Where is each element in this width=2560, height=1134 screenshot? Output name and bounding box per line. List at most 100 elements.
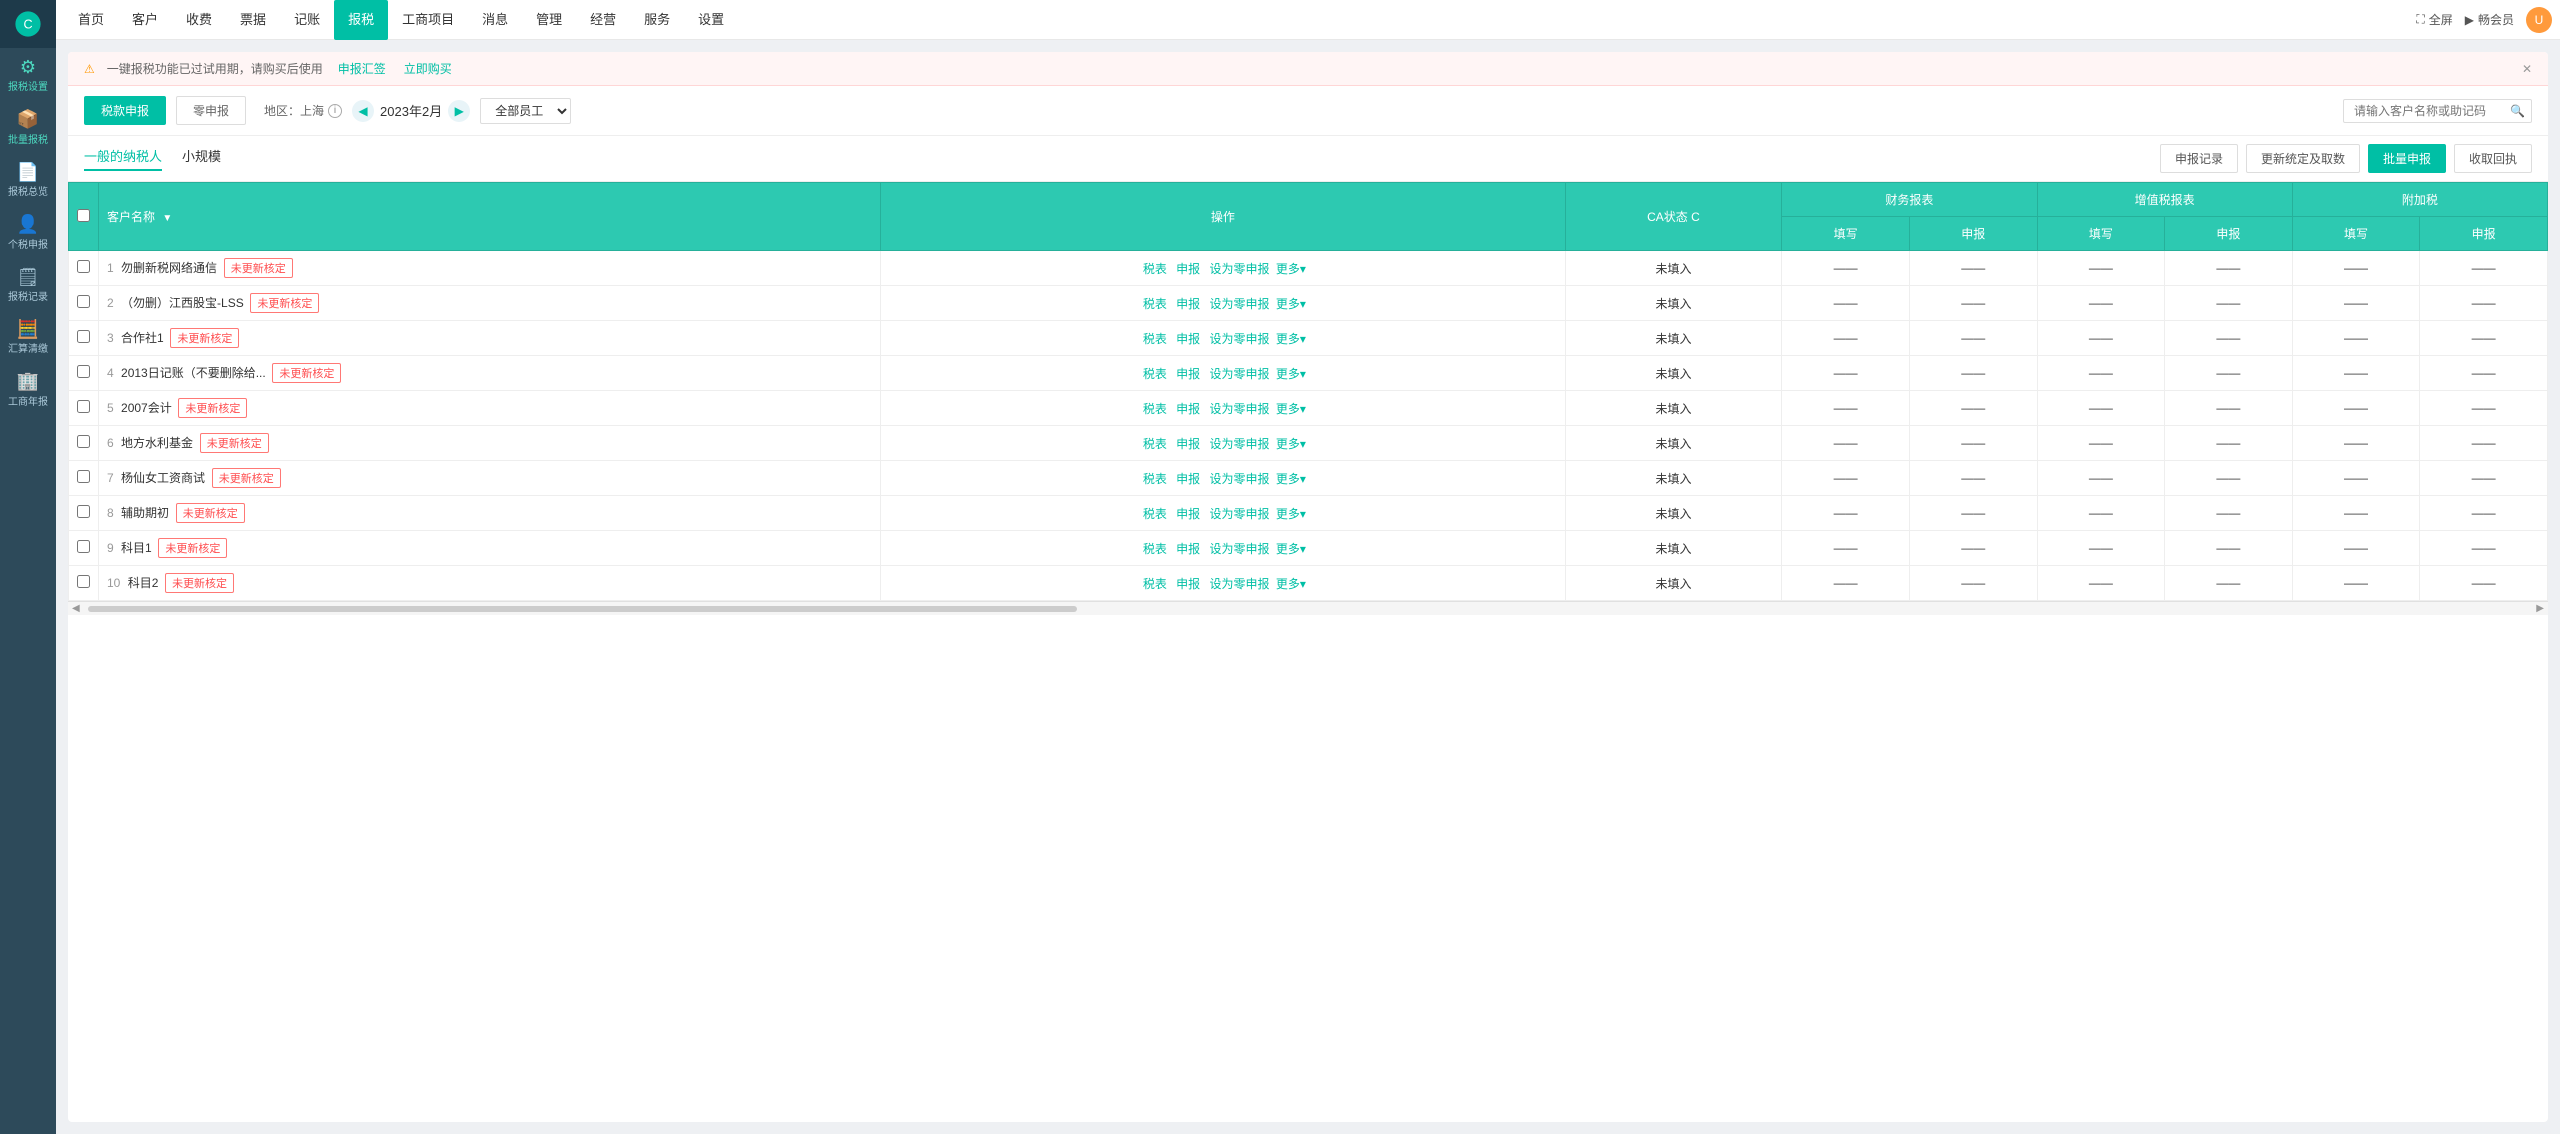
- subtab-general[interactable]: 一般的纳税人: [84, 146, 162, 171]
- nav-operations[interactable]: 经营: [576, 0, 630, 40]
- nav-home[interactable]: 首页: [64, 0, 118, 40]
- update-button[interactable]: 更新统定及取数: [2246, 144, 2360, 173]
- tab-zero-declaration[interactable]: 零申报: [176, 96, 246, 125]
- nav-fee[interactable]: 收费: [172, 0, 226, 40]
- op-tax-table-7[interactable]: 税表: [1143, 507, 1167, 521]
- row-checkbox[interactable]: [77, 295, 90, 308]
- row-checkbox[interactable]: [77, 365, 90, 378]
- op-tax-table-0[interactable]: 税表: [1143, 262, 1167, 276]
- batch-declare-button[interactable]: 批量申报: [2368, 144, 2446, 173]
- row-checkbox-4[interactable]: [69, 391, 99, 426]
- op-declare-8[interactable]: 申报: [1176, 542, 1200, 556]
- op-declare-6[interactable]: 申报: [1176, 472, 1200, 486]
- banner-link1[interactable]: 申报汇签: [338, 60, 386, 77]
- tab-tax-declaration[interactable]: 税款申报: [84, 96, 166, 125]
- op-set-zero-5[interactable]: 设为零申报: [1210, 437, 1270, 451]
- prev-month-button[interactable]: ◀: [352, 100, 374, 122]
- nav-manage[interactable]: 管理: [522, 0, 576, 40]
- nav-tax[interactable]: 报税: [334, 0, 388, 40]
- row-checkbox[interactable]: [77, 575, 90, 588]
- row-checkbox[interactable]: [77, 505, 90, 518]
- row-checkbox-9[interactable]: [69, 566, 99, 601]
- nav-accounting[interactable]: 记账: [280, 0, 334, 40]
- sidebar-item-baoshui-jilu[interactable]: 🗒 报税记录: [0, 258, 56, 310]
- row-checkbox[interactable]: [77, 260, 90, 273]
- op-declare-4[interactable]: 申报: [1176, 402, 1200, 416]
- sidebar-item-piliang-baoshui[interactable]: 📦 批量报税: [0, 100, 56, 152]
- row-checkbox-7[interactable]: [69, 496, 99, 531]
- row-checkbox-2[interactable]: [69, 321, 99, 356]
- op-more-3[interactable]: 更多▾: [1276, 367, 1306, 381]
- op-declare-7[interactable]: 申报: [1176, 507, 1200, 521]
- fullscreen-button[interactable]: ⛶ 全屏: [2416, 11, 2452, 28]
- row-checkbox-0[interactable]: [69, 251, 99, 286]
- op-tax-table-1[interactable]: 税表: [1143, 297, 1167, 311]
- collect-receipt-button[interactable]: 收取回执: [2454, 144, 2532, 173]
- row-checkbox[interactable]: [77, 330, 90, 343]
- op-tax-table-5[interactable]: 税表: [1143, 437, 1167, 451]
- op-more-6[interactable]: 更多▾: [1276, 472, 1306, 486]
- scroll-bar[interactable]: ◀ ▶: [68, 601, 2548, 615]
- nav-settings[interactable]: 设置: [684, 0, 738, 40]
- nav-invoice[interactable]: 票据: [226, 0, 280, 40]
- op-tax-table-2[interactable]: 税表: [1143, 332, 1167, 346]
- avatar[interactable]: U: [2526, 7, 2552, 33]
- op-more-5[interactable]: 更多▾: [1276, 437, 1306, 451]
- sidebar-item-gongshang-nianbao[interactable]: 🏢 工商年报: [0, 362, 56, 414]
- op-tax-table-8[interactable]: 税表: [1143, 542, 1167, 556]
- op-set-zero-9[interactable]: 设为零申报: [1210, 577, 1270, 591]
- info-icon[interactable]: i: [328, 104, 342, 118]
- next-month-button[interactable]: ▶: [448, 100, 470, 122]
- row-checkbox-6[interactable]: [69, 461, 99, 496]
- subtab-small-scale[interactable]: 小规模: [182, 146, 221, 171]
- declaration-record-button[interactable]: 申报记录: [2160, 144, 2238, 173]
- row-checkbox[interactable]: [77, 470, 90, 483]
- op-declare-5[interactable]: 申报: [1176, 437, 1200, 451]
- op-declare-9[interactable]: 申报: [1176, 577, 1200, 591]
- scroll-left-arrow[interactable]: ◀: [72, 603, 80, 614]
- row-checkbox-5[interactable]: [69, 426, 99, 461]
- op-more-2[interactable]: 更多▾: [1276, 332, 1306, 346]
- op-set-zero-8[interactable]: 设为零申报: [1210, 542, 1270, 556]
- banner-close-button[interactable]: ✕: [2522, 62, 2532, 76]
- op-set-zero-0[interactable]: 设为零申报: [1210, 262, 1270, 276]
- banner-link2[interactable]: 立即购买: [404, 60, 452, 77]
- nav-customer[interactable]: 客户: [118, 0, 172, 40]
- op-declare-2[interactable]: 申报: [1176, 332, 1200, 346]
- op-declare-0[interactable]: 申报: [1176, 262, 1200, 276]
- row-checkbox[interactable]: [77, 400, 90, 413]
- select-all-checkbox[interactable]: [77, 209, 90, 222]
- op-set-zero-4[interactable]: 设为零申报: [1210, 402, 1270, 416]
- op-tax-table-6[interactable]: 税表: [1143, 472, 1167, 486]
- sidebar-item-geren-shenbao[interactable]: 👤 个税申报: [0, 205, 56, 257]
- op-tax-table-3[interactable]: 税表: [1143, 367, 1167, 381]
- op-tax-table-9[interactable]: 税表: [1143, 577, 1167, 591]
- search-icon[interactable]: 🔍: [2510, 104, 2525, 118]
- op-more-1[interactable]: 更多▾: [1276, 297, 1306, 311]
- search-input[interactable]: [2350, 100, 2510, 122]
- sidebar-item-baoshui-shezhi[interactable]: ⚙ 报税设置: [0, 48, 56, 100]
- op-set-zero-3[interactable]: 设为零申报: [1210, 367, 1270, 381]
- op-set-zero-6[interactable]: 设为零申报: [1210, 472, 1270, 486]
- sidebar-item-baoshui-zonlan[interactable]: 📄 报税总览: [0, 153, 56, 205]
- op-declare-1[interactable]: 申报: [1176, 297, 1200, 311]
- op-set-zero-2[interactable]: 设为零申报: [1210, 332, 1270, 346]
- department-select[interactable]: 全部员工: [480, 98, 571, 124]
- member-button[interactable]: ▶ 畅会员: [2465, 11, 2514, 28]
- sidebar-item-huisuan-qingjiao[interactable]: 🧮 汇算清缴: [0, 310, 56, 362]
- nav-message[interactable]: 消息: [468, 0, 522, 40]
- op-more-0[interactable]: 更多▾: [1276, 262, 1306, 276]
- scroll-thumb[interactable]: [88, 606, 1077, 612]
- op-tax-table-4[interactable]: 税表: [1143, 402, 1167, 416]
- op-more-8[interactable]: 更多▾: [1276, 542, 1306, 556]
- row-checkbox-3[interactable]: [69, 356, 99, 391]
- op-more-9[interactable]: 更多▾: [1276, 577, 1306, 591]
- op-declare-3[interactable]: 申报: [1176, 367, 1200, 381]
- op-more-7[interactable]: 更多▾: [1276, 507, 1306, 521]
- nav-service[interactable]: 服务: [630, 0, 684, 40]
- row-checkbox-8[interactable]: [69, 531, 99, 566]
- row-checkbox[interactable]: [77, 540, 90, 553]
- scroll-right-arrow[interactable]: ▶: [2536, 603, 2544, 614]
- op-set-zero-1[interactable]: 设为零申报: [1210, 297, 1270, 311]
- op-more-4[interactable]: 更多▾: [1276, 402, 1306, 416]
